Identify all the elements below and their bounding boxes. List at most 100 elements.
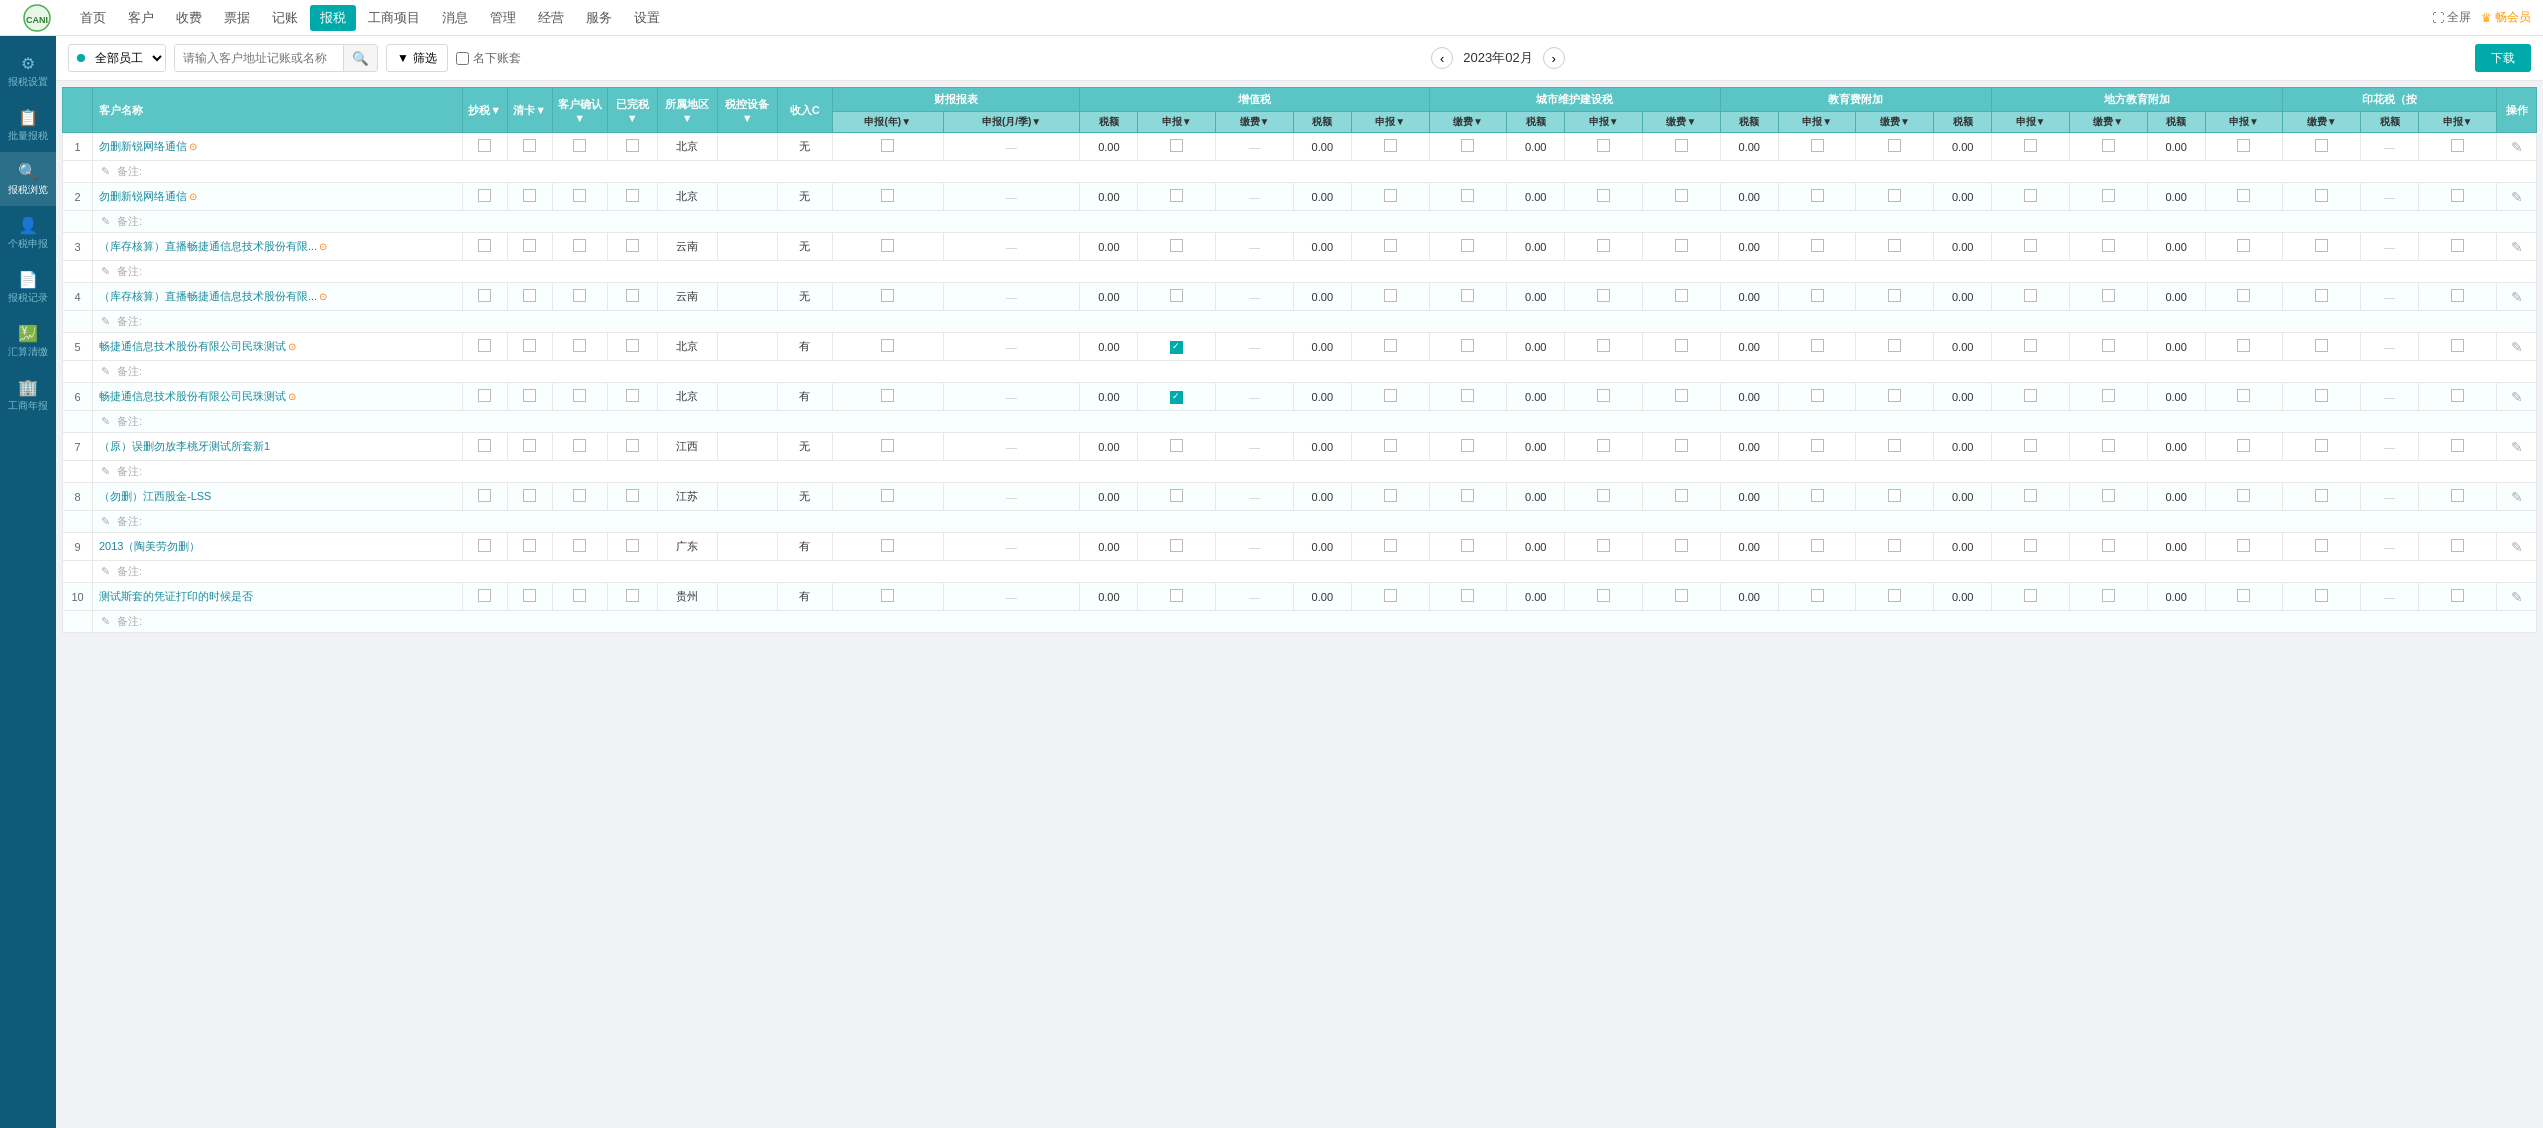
cell-note[interactable]: ✎ 备注: xyxy=(93,461,2537,483)
cell-note[interactable]: ✎ 备注: xyxy=(93,611,2537,633)
th-device[interactable]: 税控设备▼ xyxy=(717,88,777,133)
cell-df-e: 0.00 xyxy=(2147,583,2205,611)
nav-fee[interactable]: 收费 xyxy=(166,5,212,31)
cell-confirm xyxy=(552,383,607,411)
cell-clientname[interactable]: （勿删）江西股金-LSS xyxy=(93,483,463,511)
nav-business[interactable]: 工商项目 xyxy=(358,5,430,31)
account-checkbox[interactable] xyxy=(456,52,469,65)
cell-action[interactable]: ✎ xyxy=(2497,433,2537,461)
cell-action[interactable]: ✎ xyxy=(2497,133,2537,161)
th-paid[interactable]: 已完税▼ xyxy=(607,88,657,133)
account-checkbox-label[interactable]: 名下账套 xyxy=(456,50,521,67)
cell-zz-sb xyxy=(1138,283,1216,311)
cell-note[interactable]: ✎ 备注: xyxy=(93,161,2537,183)
taxsettings-icon: ⚙ xyxy=(21,54,35,73)
cell-confirm xyxy=(552,233,607,261)
cell-action[interactable]: ✎ xyxy=(2497,483,2537,511)
cell-jy-jf xyxy=(1856,333,1934,361)
cell-clientname[interactable]: 勿删新锐网络通信⊙ xyxy=(93,183,463,211)
th-zz-jf[interactable]: 缴费▼ xyxy=(1216,112,1294,133)
nav-operation[interactable]: 经营 xyxy=(528,5,574,31)
cell-clientname[interactable]: 畅捷通信息技术股份有限公司民珠测试⊙ xyxy=(93,333,463,361)
nav-message[interactable]: 消息 xyxy=(432,5,478,31)
cell-action[interactable]: ✎ xyxy=(2497,233,2537,261)
search-input[interactable] xyxy=(175,45,343,71)
cell-note[interactable]: ✎ 备注: xyxy=(93,261,2537,283)
th-chao[interactable]: 抄税▼ xyxy=(462,88,507,133)
cell-clientname[interactable]: 勿删新锐网络通信⊙ xyxy=(93,133,463,161)
leftnav-item-annualreport[interactable]: 🏢 工商年报 xyxy=(0,368,56,422)
th-yinshua: 印花税（按 xyxy=(2283,88,2497,112)
th-ys-jf[interactable]: 缴费▼ xyxy=(2283,112,2361,133)
cell-cw-year xyxy=(832,283,943,311)
leftnav-item-annualsettle[interactable]: 💹 汇算清缴 xyxy=(0,314,56,368)
cell-chao xyxy=(462,383,507,411)
th-cs-jf2[interactable]: 缴费▼ xyxy=(1643,112,1721,133)
cell-income: 有 xyxy=(777,333,832,361)
cell-cs-jf2 xyxy=(1643,383,1721,411)
cell-note[interactable]: ✎ 备注: xyxy=(93,411,2537,433)
nav-home[interactable]: 首页 xyxy=(70,5,116,31)
th-cs-jf[interactable]: 缴费▼ xyxy=(1429,112,1507,133)
cell-note[interactable]: ✎ 备注: xyxy=(93,361,2537,383)
leftnav-item-browse[interactable]: 🔍 报税浏览 xyxy=(0,152,56,206)
cell-note[interactable]: ✎ 备注: xyxy=(93,211,2537,233)
nav-manage[interactable]: 管理 xyxy=(480,5,526,31)
download-button[interactable]: 下载 xyxy=(2475,44,2531,72)
nav-invoice[interactable]: 票据 xyxy=(214,5,260,31)
cell-action[interactable]: ✎ xyxy=(2497,383,2537,411)
th-confirm[interactable]: 客户确认▼ xyxy=(552,88,607,133)
cell-action[interactable]: ✎ xyxy=(2497,533,2537,561)
th-region[interactable]: 所属地区▼ xyxy=(657,88,717,133)
th-jy-jf[interactable]: 缴费▼ xyxy=(1856,112,1934,133)
th-jy-sb[interactable]: 申报▼ xyxy=(1778,112,1856,133)
th-qingka[interactable]: 清卡▼ xyxy=(507,88,552,133)
search-button[interactable]: 🔍 xyxy=(343,45,377,71)
leftnav-item-individual[interactable]: 👤 个税申报 xyxy=(0,206,56,260)
vip-btn[interactable]: ♛ 畅会员 xyxy=(2481,9,2531,26)
th-cs-sb[interactable]: 申报▼ xyxy=(1565,112,1643,133)
cell-note[interactable]: ✎ 备注: xyxy=(93,311,2537,333)
employee-filter[interactable]: 全部员工 xyxy=(91,45,165,71)
nav-service[interactable]: 服务 xyxy=(576,5,622,31)
th-zz-sb2[interactable]: 申报▼ xyxy=(1351,112,1429,133)
th-caiwu-year[interactable]: 申报(年)▼ xyxy=(832,112,943,133)
leftnav-item-record[interactable]: 📄 报税记录 xyxy=(0,260,56,314)
cell-cw-year xyxy=(832,233,943,261)
cell-action[interactable]: ✎ xyxy=(2497,333,2537,361)
cell-clientname[interactable]: 测试斯套的凭证打印的时候是否 xyxy=(93,583,463,611)
th-ys-sb[interactable]: 申报▼ xyxy=(2419,112,2497,133)
filter-button[interactable]: ▼ 筛选 xyxy=(386,44,448,72)
cell-action[interactable]: ✎ xyxy=(2497,583,2537,611)
cell-action[interactable]: ✎ xyxy=(2497,183,2537,211)
cell-note[interactable]: ✎ 备注: xyxy=(93,511,2537,533)
cell-clientname[interactable]: 畅捷通信息技术股份有限公司民珠测试⊙ xyxy=(93,383,463,411)
th-df-sb2[interactable]: 申报▼ xyxy=(2205,112,2283,133)
th-income[interactable]: 收入C xyxy=(777,88,832,133)
cell-clientname[interactable]: 2013（陶美劳勿删） xyxy=(93,533,463,561)
th-zz-sb[interactable]: 申报▼ xyxy=(1138,112,1216,133)
cell-clientname[interactable]: （库存核算）直播畅捷通信息技术股份有限...⊙ xyxy=(93,283,463,311)
cell-region: 北京 xyxy=(657,183,717,211)
cell-action[interactable]: ✎ xyxy=(2497,283,2537,311)
nav-client[interactable]: 客户 xyxy=(118,5,164,31)
nav-bookkeep[interactable]: 记账 xyxy=(262,5,308,31)
leftnav-item-batchreport[interactable]: 📋 批量报税 xyxy=(0,98,56,152)
cell-clientname[interactable]: （库存核算）直播畅捷通信息技术股份有限...⊙ xyxy=(93,233,463,261)
cell-note-num xyxy=(63,361,93,383)
prev-month-button[interactable]: ‹ xyxy=(1431,47,1453,69)
cell-ys-sb xyxy=(2419,483,2497,511)
fullscreen-btn[interactable]: ⛶ 全屏 xyxy=(2432,9,2471,26)
th-caiwu-month[interactable]: 申报(月/季)▼ xyxy=(943,112,1080,133)
cell-ys-sb xyxy=(2419,333,2497,361)
cell-cw-month: — xyxy=(943,333,1080,361)
next-month-button[interactable]: › xyxy=(1543,47,1565,69)
individual-icon: 👤 xyxy=(18,216,38,235)
nav-tax[interactable]: 报税 xyxy=(310,5,356,31)
th-df-sb[interactable]: 申报▼ xyxy=(1992,112,2070,133)
cell-clientname[interactable]: （原）误删勿放李桃牙测试所套新1 xyxy=(93,433,463,461)
nav-settings[interactable]: 设置 xyxy=(624,5,670,31)
leftnav-item-taxsettings[interactable]: ⚙ 报税设置 xyxy=(0,44,56,98)
th-df-jf[interactable]: 缴费▼ xyxy=(2069,112,2147,133)
cell-note[interactable]: ✎ 备注: xyxy=(93,561,2537,583)
